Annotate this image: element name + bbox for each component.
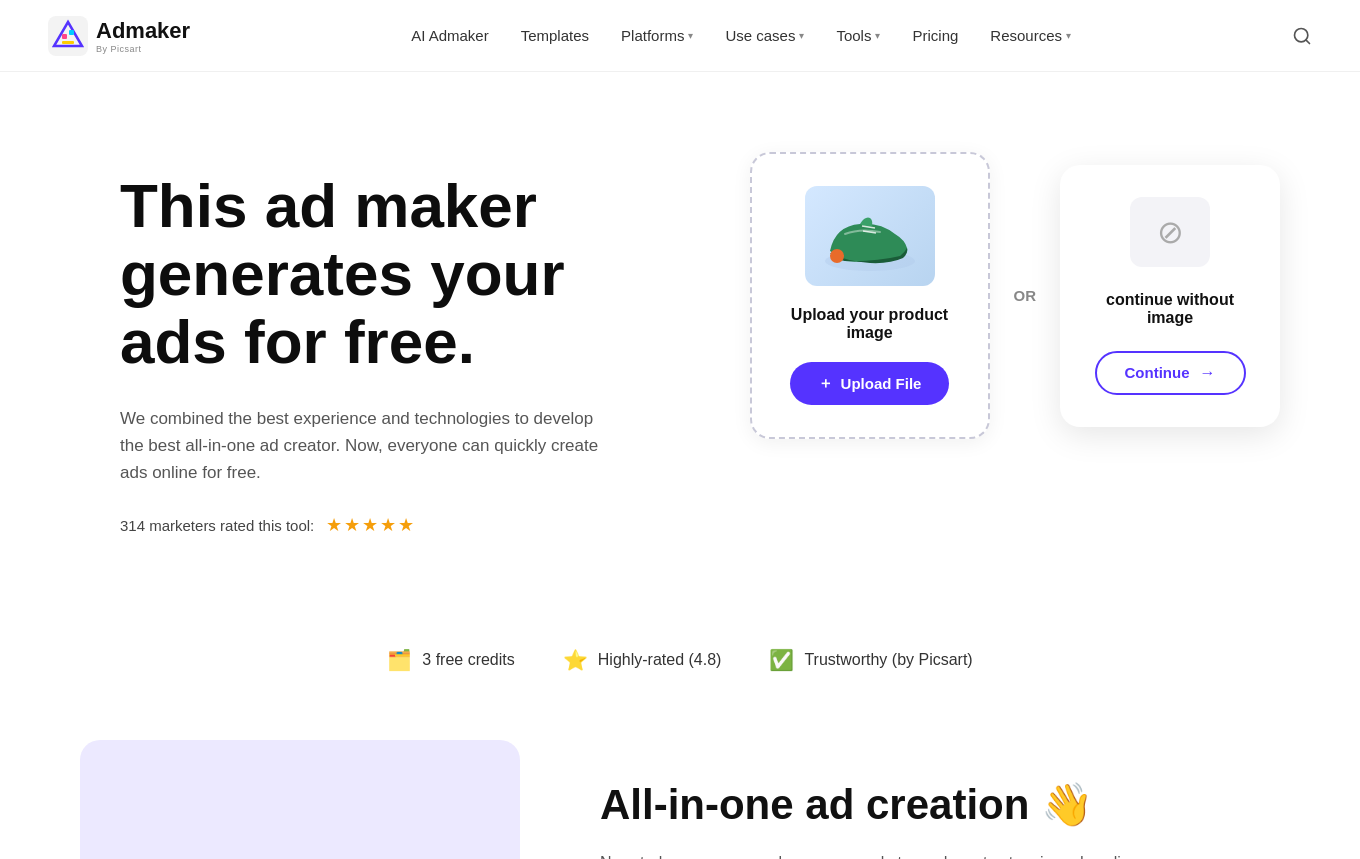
svg-rect-4 [62, 41, 74, 44]
badge-trustworthy: ✅ Trustworthy (by Picsart) [769, 648, 972, 672]
badge-highly-rated: ⭐ Highly-rated (4.8) [563, 648, 722, 672]
continue-button-label: Continue [1125, 364, 1190, 381]
section2-text: All-in-one ad creation 👋 Now, truly, eve… [600, 740, 1160, 859]
admaker-logo-icon [48, 16, 88, 56]
badge-highly-rated-text: Highly-rated (4.8) [598, 651, 722, 669]
svg-line-6 [1306, 39, 1310, 43]
upload-file-button[interactable]: ＋ Upload File [790, 362, 950, 405]
rating-text: 314 marketers rated this tool: [120, 517, 314, 534]
hero-rating: 314 marketers rated this tool: ★ ★ ★ ★ ★ [120, 514, 680, 536]
search-icon [1292, 26, 1312, 46]
svg-point-10 [830, 249, 844, 263]
nav-item-use-cases[interactable]: Use cases▾ [725, 27, 804, 44]
nav-links: AI Admaker Templates Platforms▾ Use case… [411, 27, 1071, 44]
badge-free-credits: 🗂️ 3 free credits [387, 648, 514, 672]
star-1: ★ [326, 514, 342, 536]
logo-text: Admaker By Picsart [96, 18, 190, 54]
nav-item-resources[interactable]: Resources▾ [990, 27, 1071, 44]
section2-title-text: All-in-one ad creation [600, 781, 1029, 828]
star-2: ★ [344, 514, 360, 536]
arrow-right-icon: → [1200, 364, 1216, 382]
upload-card: Upload your product image ＋ Upload File [750, 152, 990, 439]
upload-button-label: Upload File [841, 375, 922, 392]
nav-item-platforms[interactable]: Platforms▾ [621, 27, 693, 44]
section2-description: Now, truly, everyone can become a market… [600, 849, 1160, 859]
hero-left: This ad maker generates your ads for fre… [120, 152, 680, 536]
product-thumbnail [805, 186, 935, 286]
slash-icon: ⊘ [1157, 213, 1184, 251]
section2: All-in-one ad creation 👋 Now, truly, eve… [0, 720, 1360, 859]
credits-icon: 🗂️ [387, 648, 412, 672]
star-badge-icon: ⭐ [563, 648, 588, 672]
no-image-placeholder: ⊘ [1130, 197, 1210, 267]
upload-plus-icon: ＋ [818, 374, 833, 393]
hero-right: Upload your product image ＋ Upload File … [750, 152, 1281, 439]
badge-free-credits-text: 3 free credits [422, 651, 514, 669]
nav-item-tools[interactable]: Tools▾ [836, 27, 880, 44]
badge-trustworthy-text: Trustworthy (by Picsart) [804, 651, 972, 669]
logo-name: Admaker [96, 18, 190, 44]
svg-rect-2 [62, 34, 67, 39]
logo-sub: By Picsart [96, 44, 190, 54]
star-3: ★ [362, 514, 378, 536]
nav-right [1292, 26, 1312, 46]
upload-label: Upload your product image [776, 306, 964, 342]
nav-item-ai-admaker[interactable]: AI Admaker [411, 27, 489, 44]
hero-description: We combined the best experience and tech… [120, 405, 620, 487]
nav-item-templates[interactable]: Templates [521, 27, 589, 44]
star-4: ★ [380, 514, 396, 536]
logo[interactable]: Admaker By Picsart [48, 16, 190, 56]
section2-visual [80, 740, 520, 859]
search-button[interactable] [1292, 26, 1312, 46]
navbar: Admaker By Picsart AI Admaker Templates … [0, 0, 1360, 72]
wave-emoji: 👋 [1041, 780, 1093, 829]
badges-row: 🗂️ 3 free credits ⭐ Highly-rated (4.8) ✅… [0, 632, 1360, 720]
star-5: ★ [398, 514, 414, 536]
or-divider: OR [1014, 287, 1037, 304]
continue-label: continue without image [1084, 291, 1256, 327]
hero-title: This ad maker generates your ads for fre… [120, 172, 680, 377]
check-badge-icon: ✅ [769, 648, 794, 672]
shoe-illustration [815, 196, 925, 276]
nav-item-pricing[interactable]: Pricing [912, 27, 958, 44]
svg-rect-3 [69, 30, 74, 35]
continue-button[interactable]: Continue → [1095, 351, 1246, 395]
continue-card: ⊘ continue without image Continue → [1060, 165, 1280, 427]
section2-title: All-in-one ad creation 👋 [600, 780, 1160, 829]
star-rating: ★ ★ ★ ★ ★ [326, 514, 414, 536]
hero-section: This ad maker generates your ads for fre… [0, 72, 1360, 632]
